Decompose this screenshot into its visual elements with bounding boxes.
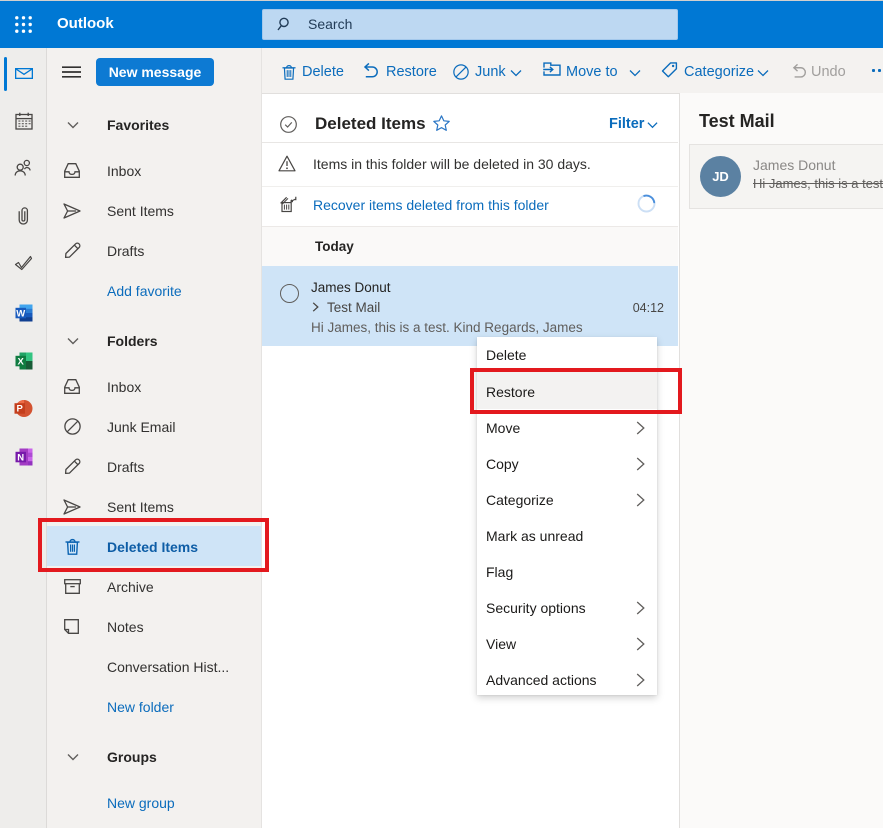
- svg-text:N: N: [17, 452, 24, 463]
- svg-text:W: W: [16, 308, 25, 319]
- svg-text:P: P: [17, 404, 24, 415]
- svg-text:X: X: [18, 356, 25, 367]
